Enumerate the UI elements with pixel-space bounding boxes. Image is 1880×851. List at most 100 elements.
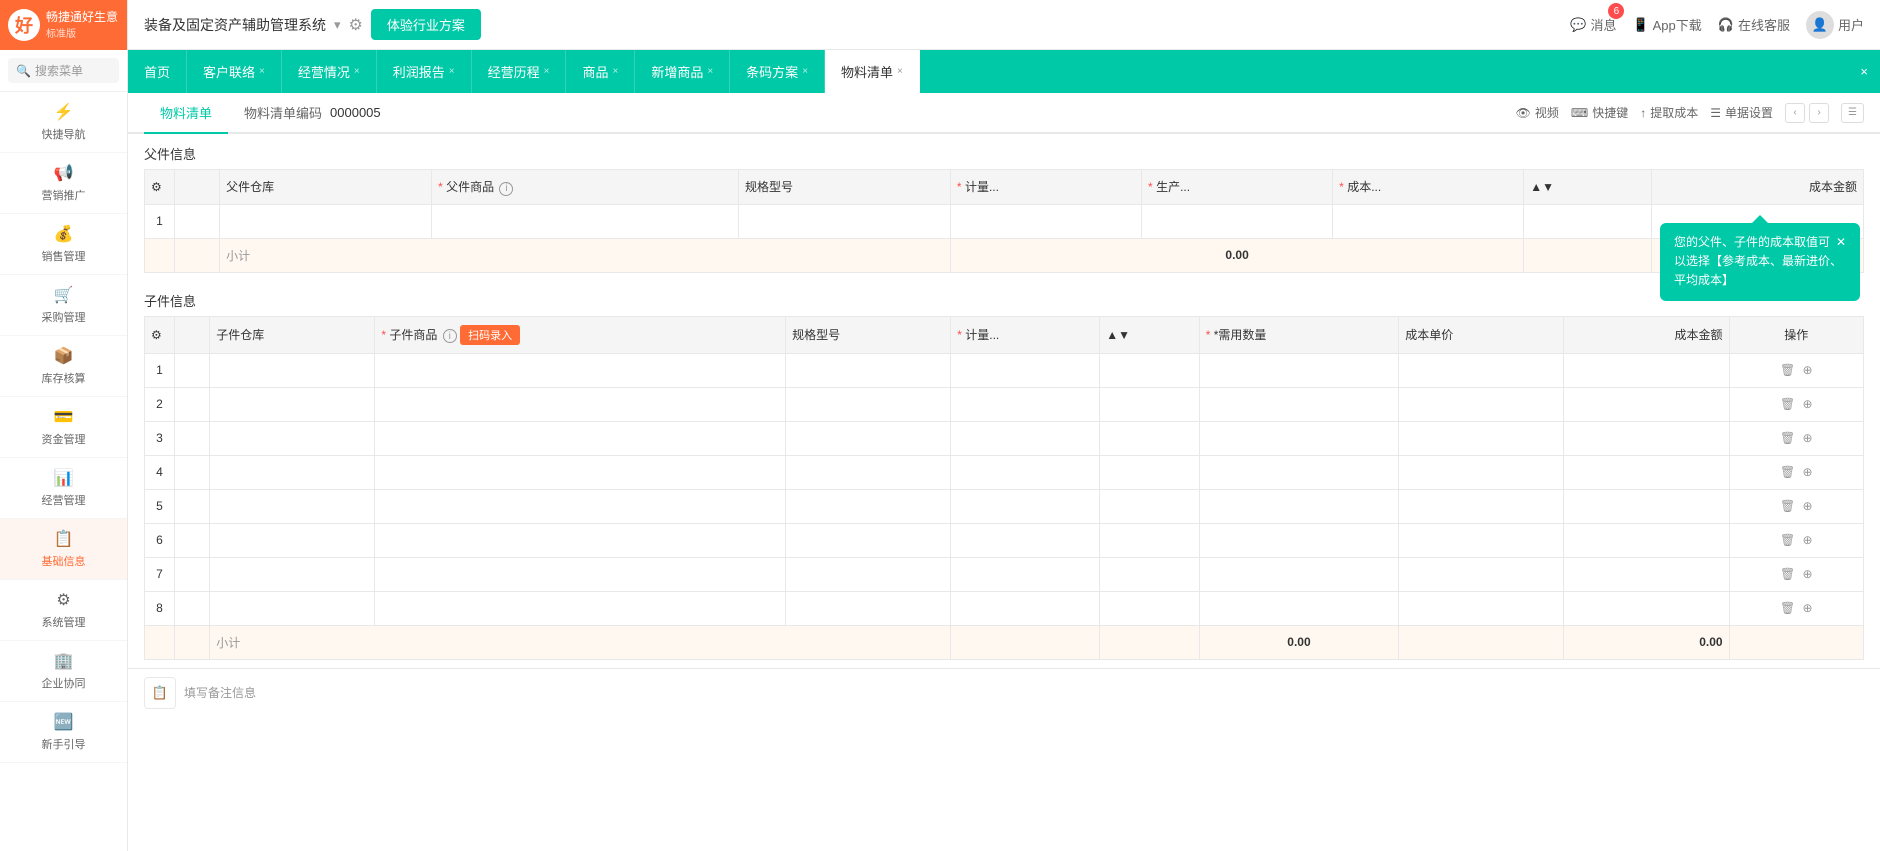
child-row-7-spec[interactable]: [786, 557, 951, 591]
child-row-6-unit[interactable]: [951, 523, 1100, 557]
child-row-1-spec[interactable]: [786, 353, 951, 387]
close-all-tabs[interactable]: ×: [1848, 52, 1880, 91]
sidebar-search-area[interactable]: 🔍 搜索菜单: [0, 50, 127, 92]
child-row-7-warehouse[interactable]: [210, 557, 375, 591]
child-row-1-product[interactable]: [375, 353, 786, 387]
list-view-btn[interactable]: ☰: [1841, 103, 1864, 123]
child-row-5-product[interactable]: [375, 489, 786, 523]
child-row-3-warehouse[interactable]: [210, 421, 375, 455]
child-row-8-delete-icon[interactable]: 🗑: [1780, 601, 1795, 615]
child-row-2-qty[interactable]: [1199, 387, 1398, 421]
sidebar-item-marketing[interactable]: 📢 营销推广: [0, 153, 127, 214]
child-row-5-delete-icon[interactable]: 🗑: [1780, 499, 1795, 513]
child-col-settings[interactable]: ⚙: [145, 316, 175, 353]
child-row-5-qty[interactable]: [1199, 489, 1398, 523]
child-row-7-price[interactable]: [1399, 557, 1564, 591]
tab-barcode[interactable]: 条码方案 ×: [730, 50, 825, 93]
child-row-3-qty[interactable]: [1199, 421, 1398, 455]
doc-settings-action[interactable]: ☰ 单据设置: [1710, 104, 1773, 121]
sidebar-item-sales[interactable]: 💰 销售管理: [0, 214, 127, 275]
child-row-4-warehouse[interactable]: [210, 455, 375, 489]
user-btn[interactable]: 👤 用户: [1806, 11, 1864, 39]
child-row-8-warehouse[interactable]: [210, 591, 375, 625]
child-row-2-delete-icon[interactable]: 🗑: [1780, 397, 1795, 411]
tab-customer-close[interactable]: ×: [259, 66, 265, 77]
sidebar-item-operation[interactable]: 📊 经营管理: [0, 458, 127, 519]
sidebar-item-system[interactable]: ⚙ 系统管理: [0, 580, 127, 641]
child-row-4-copy-icon[interactable]: ⊕: [1803, 465, 1813, 479]
tab-customer[interactable]: 客户联络 ×: [187, 50, 282, 93]
child-row-4-delete-icon[interactable]: 🗑: [1780, 465, 1795, 479]
sidebar-item-inventory[interactable]: 📦 库存核算: [0, 336, 127, 397]
next-doc-arrow[interactable]: ›: [1809, 103, 1829, 123]
sidebar-item-basic-info[interactable]: 📋 基础信息: [0, 519, 127, 580]
search-trigger[interactable]: 🔍 搜索菜单: [8, 58, 119, 83]
tab-goods-close[interactable]: ×: [612, 66, 618, 77]
child-row-4-unit[interactable]: [951, 455, 1100, 489]
child-row-4-qty[interactable]: [1199, 455, 1398, 489]
sidebar-item-guide[interactable]: 🆕 新手引导: [0, 702, 127, 763]
child-row-1-warehouse[interactable]: [210, 353, 375, 387]
child-row-1-price[interactable]: [1399, 353, 1564, 387]
child-row-3-unit[interactable]: [951, 421, 1100, 455]
tooltip-close-btn[interactable]: ✕: [1836, 233, 1846, 252]
sidebar-item-quick-nav[interactable]: ⚡ 快捷导航: [0, 92, 127, 153]
tab-barcode-close[interactable]: ×: [802, 66, 808, 77]
app-download-btn[interactable]: 📱 App下载: [1632, 15, 1701, 34]
child-row-8-unit[interactable]: [951, 591, 1100, 625]
sidebar-item-enterprise[interactable]: 🏢 企业协同: [0, 641, 127, 702]
child-row-6-delete-icon[interactable]: 🗑: [1780, 533, 1795, 547]
child-row-7-delete-icon[interactable]: 🗑: [1780, 567, 1795, 581]
child-row-6-spec[interactable]: [786, 523, 951, 557]
child-row-8-spec[interactable]: [786, 591, 951, 625]
child-row-6-qty[interactable]: [1199, 523, 1398, 557]
remark-placeholder[interactable]: 填写备注信息: [184, 684, 256, 701]
parent-row-1-unit[interactable]: [950, 204, 1141, 238]
child-product-info-icon[interactable]: i: [443, 329, 457, 343]
child-row-7-qty[interactable]: [1199, 557, 1398, 591]
child-row-2-price[interactable]: [1399, 387, 1564, 421]
child-row-4-price[interactable]: [1399, 455, 1564, 489]
child-row-7-unit[interactable]: [951, 557, 1100, 591]
child-row-6-copy-icon[interactable]: ⊕: [1803, 533, 1813, 547]
child-row-1-unit[interactable]: [951, 353, 1100, 387]
tab-bom[interactable]: 物料清单 ×: [825, 50, 920, 93]
tab-operation[interactable]: 经营情况 ×: [282, 50, 377, 93]
tab-operation-close[interactable]: ×: [354, 66, 360, 77]
parent-row-1-cost[interactable]: [1333, 204, 1524, 238]
child-row-2-product[interactable]: [375, 387, 786, 421]
parent-row-1-warehouse[interactable]: [220, 204, 432, 238]
prev-doc-arrow[interactable]: ‹: [1785, 103, 1805, 123]
system-dropdown-icon[interactable]: ▾: [334, 17, 341, 33]
child-row-7-copy-icon[interactable]: ⊕: [1803, 567, 1813, 581]
child-row-8-copy-icon[interactable]: ⊕: [1803, 601, 1813, 615]
child-row-5-unit[interactable]: [951, 489, 1100, 523]
settings-icon[interactable]: ⚙: [349, 15, 363, 35]
child-row-5-copy-icon[interactable]: ⊕: [1803, 499, 1813, 513]
parent-row-1-spec[interactable]: [739, 204, 951, 238]
remark-icon[interactable]: 📋: [144, 677, 176, 709]
tab-history-close[interactable]: ×: [544, 66, 550, 77]
tab-new-goods[interactable]: 新增商品 ×: [635, 50, 730, 93]
child-row-1-delete-icon[interactable]: 🗑: [1780, 363, 1795, 377]
child-row-3-copy-icon[interactable]: ⊕: [1803, 431, 1813, 445]
child-row-1-qty[interactable]: [1199, 353, 1398, 387]
child-row-8-qty[interactable]: [1199, 591, 1398, 625]
sub-tab-bom[interactable]: 物料清单: [144, 93, 228, 134]
sidebar-item-finance[interactable]: 💳 资金管理: [0, 397, 127, 458]
tab-history[interactable]: 经营历程 ×: [472, 50, 567, 93]
child-row-4-spec[interactable]: [786, 455, 951, 489]
child-row-7-product[interactable]: [375, 557, 786, 591]
child-row-2-warehouse[interactable]: [210, 387, 375, 421]
child-row-6-product[interactable]: [375, 523, 786, 557]
tab-home[interactable]: 首页: [128, 50, 187, 93]
child-row-8-product[interactable]: [375, 591, 786, 625]
child-row-5-warehouse[interactable]: [210, 489, 375, 523]
parent-product-info-icon[interactable]: i: [499, 182, 513, 196]
trial-button[interactable]: 体验行业方案: [371, 9, 481, 40]
child-row-5-price[interactable]: [1399, 489, 1564, 523]
child-row-6-price[interactable]: [1399, 523, 1564, 557]
message-btn[interactable]: 💬 消息 6: [1570, 15, 1616, 34]
parent-row-1-prod[interactable]: [1142, 204, 1333, 238]
parent-col-settings[interactable]: ⚙: [145, 170, 175, 205]
